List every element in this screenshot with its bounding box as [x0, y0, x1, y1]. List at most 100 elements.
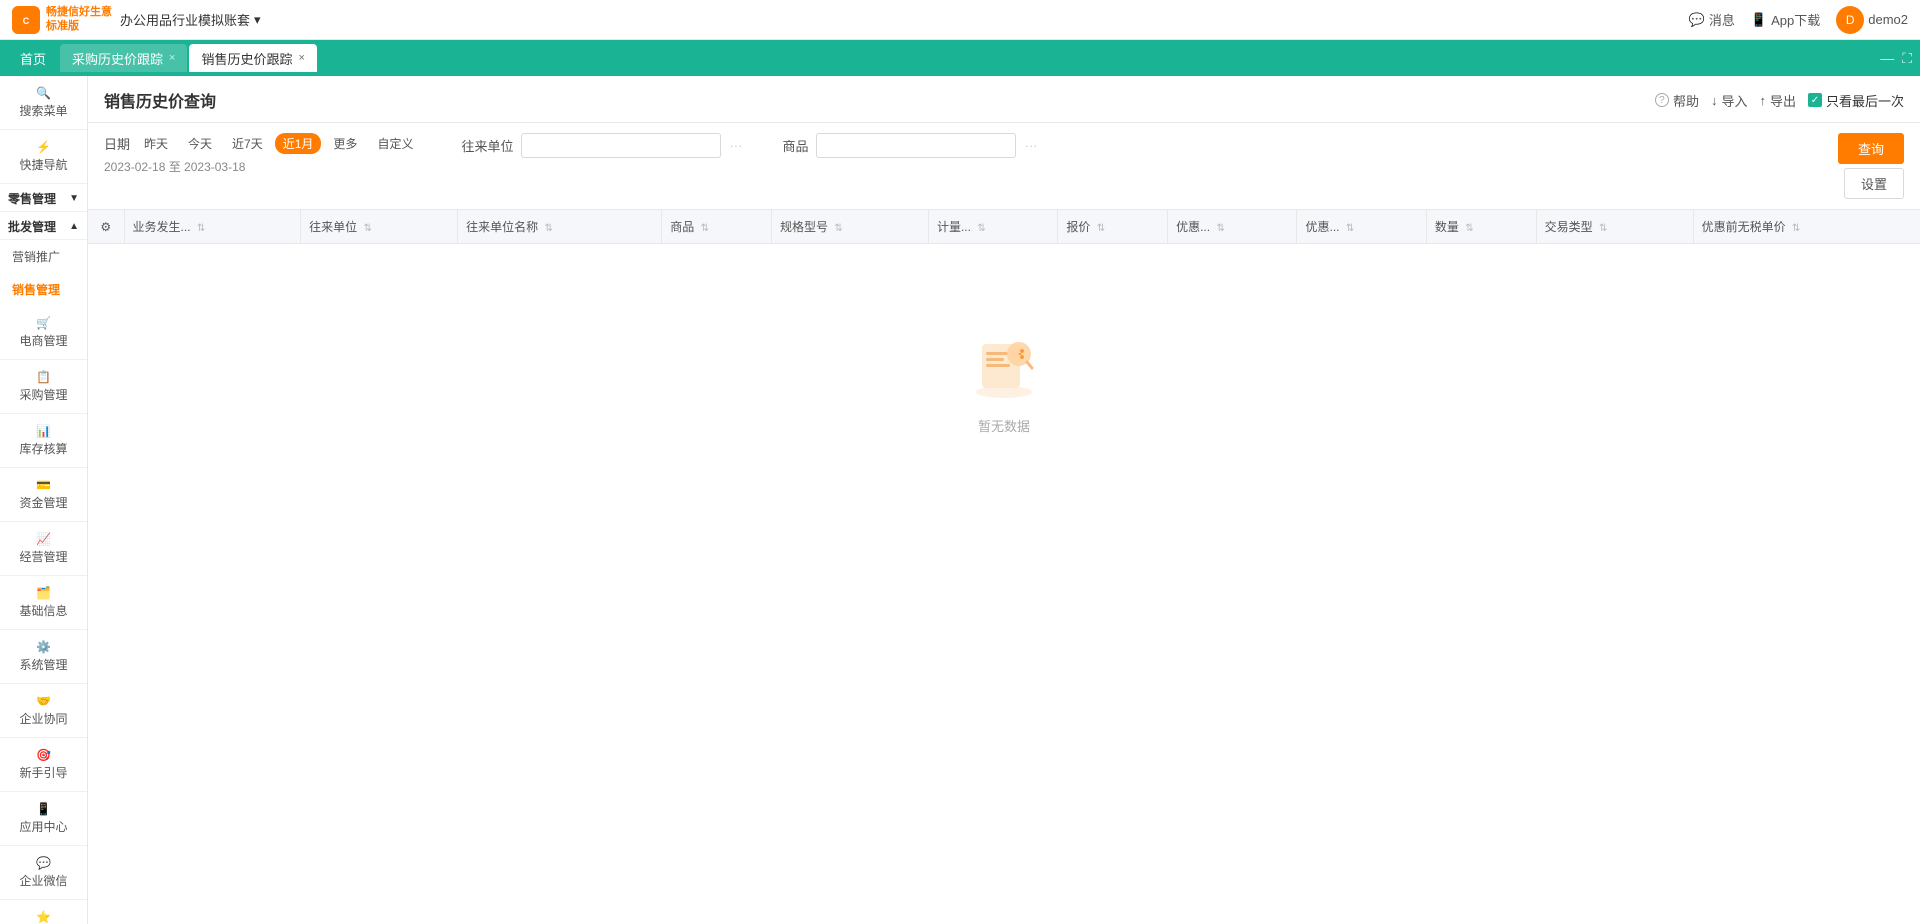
tab-sales-history[interactable]: 销售历史价跟踪 × [189, 44, 316, 72]
sidebar-item-marketing[interactable]: 营销推广 [0, 240, 87, 273]
product-select-icon[interactable]: ··· [1024, 138, 1037, 153]
sort-pretax-price-icon: ⇅ [1792, 223, 1800, 234]
date-btn-today[interactable]: 今天 [180, 133, 220, 154]
tab-home[interactable]: 首页 [8, 44, 58, 72]
import-button[interactable]: ↓ 导入 [1711, 91, 1748, 110]
sidebar-item-newbie-guide[interactable]: 🎯 新手引导 [0, 738, 87, 792]
sidebar-item-enterprise-wechat[interactable]: 💬 企业微信 [0, 846, 87, 900]
page-title-row: 销售历史价查询 ? 帮助 ↓ 导入 ↑ 导出 ✓ [104, 88, 1904, 112]
product-input[interactable] [816, 133, 1016, 158]
th-pretax-price[interactable]: 优惠前无税单价 ⇅ [1693, 210, 1920, 244]
search-icon: 🔍 [4, 86, 83, 100]
sort-biz-date-icon: ⇅ [197, 223, 205, 234]
sidebar-item-search-menu[interactable]: 🔍 搜索菜单 [0, 76, 87, 130]
expand-retail-icon: ▼ [69, 193, 79, 204]
sidebar-item-retail-mgmt[interactable]: 零售管理 ▼ [0, 184, 87, 212]
th-quantity[interactable]: 数量 ⇅ [1426, 210, 1536, 244]
sidebar-item-operation-mgmt[interactable]: 📈 经营管理 [0, 522, 87, 576]
th-partner-code[interactable]: 往来单位 ⇅ [301, 210, 458, 244]
date-btn-yesterday[interactable]: 昨天 [136, 133, 176, 154]
gear-icon[interactable]: ⚙ [100, 220, 111, 234]
expand-wholesale-icon: ▲ [69, 221, 79, 232]
workspace-selector[interactable]: 办公用品行业模拟账套 ▾ [120, 10, 261, 29]
date-filter-label: 日期 [104, 134, 130, 153]
message-button[interactable]: 💬 消息 [1689, 10, 1735, 29]
sidebar-item-enterprise-collab[interactable]: 🤝 企业协同 [0, 684, 87, 738]
app-download-button[interactable]: 📱 App下载 [1751, 10, 1820, 29]
date-btn-last1month[interactable]: 近1月 [275, 133, 322, 154]
export-button[interactable]: ↑ 导出 [1759, 91, 1796, 110]
date-btn-more[interactable]: 更多 [325, 133, 365, 154]
sort-quantity-icon: ⇅ [1465, 223, 1473, 234]
sidebar-item-finance-mgmt[interactable]: 💳 资金管理 [0, 468, 87, 522]
th-discount2[interactable]: 优惠... ⇅ [1297, 210, 1426, 244]
system-icon: ⚙️ [4, 640, 83, 654]
top-bar: C 畅捷信好生意 标准版 办公用品行业模拟账套 ▾ 💬 消息 📱 App下载 D… [0, 0, 1920, 40]
th-gear[interactable]: ⚙ [88, 210, 124, 244]
empty-text: 暂无数据 [978, 416, 1030, 435]
th-discount1[interactable]: 优惠... ⇅ [1168, 210, 1297, 244]
query-button[interactable]: 查询 [1838, 133, 1904, 164]
sidebar: 🔍 搜索菜单 ⚡ 快捷导航 零售管理 ▼ 批发管理 ▲ 营销推广 销售管理 🛒 … [0, 76, 88, 924]
sort-discount1-icon: ⇅ [1216, 223, 1224, 234]
sort-spec-icon: ⇅ [834, 223, 842, 234]
th-biz-date[interactable]: 业务发生... ⇅ [124, 210, 301, 244]
tab-purchase-history[interactable]: 采购历史价跟踪 × [60, 44, 187, 72]
wechat-icon: 💬 [4, 856, 83, 870]
help-button[interactable]: ? 帮助 [1655, 91, 1699, 110]
sort-partner-code-icon: ⇅ [364, 223, 372, 234]
minimize-button[interactable]: — [1880, 50, 1894, 66]
sort-trade-type-icon: ⇅ [1599, 223, 1607, 234]
only-last-checkbox-wrap[interactable]: ✓ 只看最后一次 [1808, 91, 1904, 110]
ecommerce-icon: 🛒 [4, 316, 83, 330]
help-icon: ? [1655, 93, 1669, 107]
svg-text:C: C [23, 16, 30, 26]
date-options: 昨天 今天 近7天 近1月 更多 自定义 [136, 133, 421, 154]
top-bar-left: C 畅捷信好生意 标准版 办公用品行业模拟账套 ▾ [12, 6, 261, 34]
maximize-button[interactable]: ⛶ [1902, 50, 1912, 67]
only-last-checkbox[interactable]: ✓ [1808, 93, 1822, 107]
sidebar-item-quick-nav[interactable]: ⚡ 快捷导航 [0, 130, 87, 184]
purchase-icon: 📋 [4, 370, 83, 384]
sidebar-item-basic-info[interactable]: 🗂️ 基础信息 [0, 576, 87, 630]
sort-unit-icon: ⇅ [977, 223, 985, 234]
sidebar-item-member[interactable]: ⭐ 畅会员 [0, 900, 87, 924]
sidebar-item-system-mgmt[interactable]: ⚙️ 系统管理 [0, 630, 87, 684]
partner-select-icon[interactable]: ··· [729, 138, 742, 153]
date-btn-last7days[interactable]: 近7天 [224, 133, 271, 154]
sidebar-item-purchase-mgmt[interactable]: 📋 采购管理 [0, 360, 87, 414]
sidebar-item-app-center[interactable]: 📱 应用中心 [0, 792, 87, 846]
content-area: 销售历史价查询 ? 帮助 ↓ 导入 ↑ 导出 ✓ [88, 76, 1920, 924]
app-icon: 📱 [1751, 12, 1767, 28]
sidebar-item-ecommerce-mgmt[interactable]: 🛒 电商管理 [0, 306, 87, 360]
empty-state: 暂无数据 [88, 244, 1920, 515]
close-sales-tab-icon[interactable]: × [298, 53, 304, 64]
basic-info-icon: 🗂️ [4, 586, 83, 600]
partner-filter-label: 往来单位 [461, 136, 513, 155]
finance-icon: 💳 [4, 478, 83, 492]
message-icon: 💬 [1689, 12, 1705, 28]
sort-product-icon: ⇅ [701, 223, 709, 234]
sort-price-icon: ⇅ [1097, 223, 1105, 234]
th-partner-name[interactable]: 往来单位名称 ⇅ [458, 210, 662, 244]
sidebar-item-inventory[interactable]: 📊 库存核算 [0, 414, 87, 468]
import-icon: ↓ [1711, 93, 1718, 108]
sort-discount2-icon: ⇅ [1346, 223, 1354, 234]
th-trade-type[interactable]: 交易类型 ⇅ [1536, 210, 1693, 244]
tab-bar-controls: — ⛶ [1880, 50, 1912, 67]
th-price[interactable]: 报价 ⇅ [1058, 210, 1168, 244]
sidebar-item-wholesale-mgmt[interactable]: 批发管理 ▲ [0, 212, 87, 240]
close-purchase-tab-icon[interactable]: × [169, 53, 175, 64]
th-spec[interactable]: 规格型号 ⇅ [772, 210, 929, 244]
filter-actions: 查询 设置 [1838, 133, 1904, 199]
partner-input[interactable] [521, 133, 721, 158]
logo-text: 畅捷信好生意 标准版 [46, 6, 112, 32]
operation-icon: 📈 [4, 532, 83, 546]
guide-icon: 🎯 [4, 748, 83, 762]
th-unit[interactable]: 计量... ⇅ [928, 210, 1057, 244]
th-product[interactable]: 商品 ⇅ [662, 210, 772, 244]
date-btn-custom[interactable]: 自定义 [369, 133, 421, 154]
user-profile[interactable]: D demo2 [1836, 6, 1908, 34]
sidebar-item-sales-mgmt[interactable]: 销售管理 [0, 273, 87, 306]
settings-button[interactable]: 设置 [1844, 168, 1904, 199]
